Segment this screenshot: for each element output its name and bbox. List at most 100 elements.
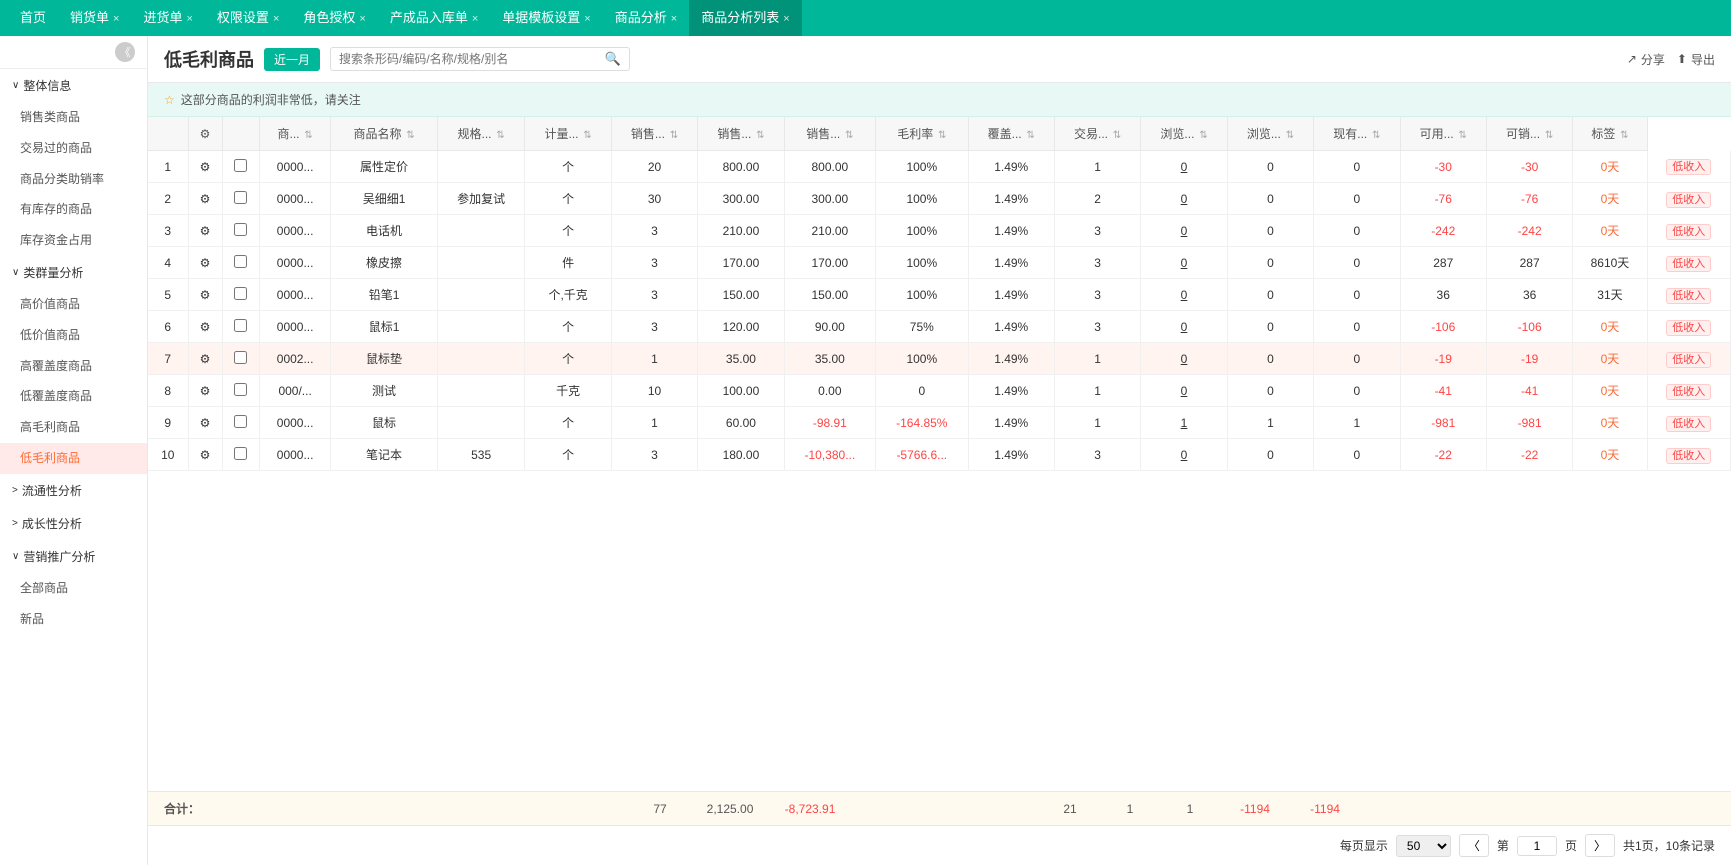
close-tab-icon[interactable]: × [273,13,279,25]
nav-item-进货单[interactable]: 进货单× [131,0,204,36]
product-name[interactable]: 吴细细1 [331,183,438,215]
close-tab-icon[interactable]: × [186,13,192,25]
sidebar-item-全部商品[interactable]: 全部商品 [0,573,147,604]
sidebar-item-库存资金占用[interactable]: 库存资金占用 [0,225,147,256]
sidebar-item-低毛利商品[interactable]: 低毛利商品 [0,443,147,474]
col-header-15[interactable]: 可用... ⇅ [1400,117,1486,151]
col-header-11[interactable]: 交易... ⇅ [1054,117,1140,151]
col-header-17[interactable]: 标签 ⇅ [1573,117,1647,151]
row-checkbox[interactable] [222,151,259,183]
trade-count[interactable]: 0 [1141,343,1227,375]
trade-count-link[interactable]: 0 [1181,320,1188,334]
trade-count[interactable]: 0 [1141,215,1227,247]
col-header-8[interactable]: 销售... ⇅ [784,117,875,151]
sidebar-group-类群量分析[interactable]: ∨类群量分析 [0,256,147,289]
close-tab-icon[interactable]: × [783,13,789,25]
trade-count-link[interactable]: 0 [1181,384,1188,398]
sidebar-item-新品[interactable]: 新品 [0,604,147,635]
sidebar-item-低价值商品[interactable]: 低价值商品 [0,320,147,351]
product-name[interactable]: 橡皮擦 [331,247,438,279]
row-checkbox-input[interactable] [234,383,247,396]
col-header-4[interactable]: 规格... ⇅ [437,117,525,151]
prev-page-button[interactable]: 〈 [1459,834,1489,857]
trade-count[interactable]: 0 [1141,279,1227,311]
nav-item-产成品入库单[interactable]: 产成品入库单× [378,0,490,36]
row-checkbox[interactable] [222,311,259,343]
col-header-3[interactable]: 商品名称 ⇅ [331,117,438,151]
sidebar-item-高毛利商品[interactable]: 高毛利商品 [0,412,147,443]
row-checkbox-input[interactable] [234,287,247,300]
trade-count[interactable]: 0 [1141,375,1227,407]
trade-count[interactable]: 0 [1141,439,1227,471]
row-checkbox-input[interactable] [234,447,247,460]
trade-count-link[interactable]: 1 [1181,416,1188,430]
trade-count-link[interactable]: 0 [1181,160,1188,174]
row-checkbox[interactable] [222,247,259,279]
collapse-sidebar-button[interactable]: 《 [115,42,135,62]
row-settings-icon[interactable]: ⚙ [188,247,222,279]
sidebar-item-商品分类助销率[interactable]: 商品分类助销率 [0,164,147,195]
product-name[interactable]: 笔记本 [331,439,438,471]
product-name[interactable]: 鼠标 [331,407,438,439]
row-checkbox-input[interactable] [234,159,247,172]
export-button[interactable]: ⬆ 导出 [1677,51,1715,68]
product-name[interactable]: 鼠标垫 [331,343,438,375]
col-header-12[interactable]: 浏览... ⇅ [1141,117,1227,151]
trade-count-link[interactable]: 0 [1181,224,1188,238]
nav-item-角色授权[interactable]: 角色授权× [291,0,377,36]
row-checkbox[interactable] [222,279,259,311]
sidebar-group-流通性分析[interactable]: >流通性分析 [0,474,147,507]
sidebar-item-高价值商品[interactable]: 高价值商品 [0,289,147,320]
search-input[interactable] [339,52,605,66]
trade-count[interactable]: 0 [1141,151,1227,183]
next-page-button[interactable]: 〉 [1585,834,1615,857]
row-settings-icon[interactable]: ⚙ [188,407,222,439]
row-settings-icon[interactable]: ⚙ [188,151,222,183]
row-checkbox-input[interactable] [234,319,247,332]
product-name[interactable]: 测试 [331,375,438,407]
sidebar-item-高覆盖度商品[interactable]: 高覆盖度商品 [0,351,147,382]
trade-count[interactable]: 1 [1141,407,1227,439]
col-header-7[interactable]: 销售... ⇅ [698,117,784,151]
product-name[interactable]: 鼠标1 [331,311,438,343]
row-settings-icon[interactable]: ⚙ [188,439,222,471]
trade-count-link[interactable]: 0 [1181,448,1188,462]
row-settings-icon[interactable]: ⚙ [188,311,222,343]
row-checkbox[interactable] [222,407,259,439]
row-checkbox-input[interactable] [234,415,247,428]
nav-item-商品分析[interactable]: 商品分析× [603,0,689,36]
product-name[interactable]: 铅笔1 [331,279,438,311]
sidebar-group-营销推广分析[interactable]: ∨营销推广分析 [0,540,147,573]
row-checkbox[interactable] [222,375,259,407]
row-checkbox[interactable] [222,183,259,215]
close-tab-icon[interactable]: × [113,13,119,25]
nav-item-销货单[interactable]: 销货单× [58,0,131,36]
nav-item-单据模板设置[interactable]: 单据模板设置× [490,0,602,36]
close-tab-icon[interactable]: × [472,13,478,25]
page-input[interactable] [1517,836,1557,856]
product-name[interactable]: 电话机 [331,215,438,247]
trade-count-link[interactable]: 0 [1181,256,1188,270]
sidebar-item-有库存的商品[interactable]: 有库存的商品 [0,194,147,225]
nav-item-首页[interactable]: 首页 [8,0,58,36]
share-button[interactable]: ↗ 分享 [1627,51,1665,68]
trade-count[interactable]: 0 [1141,311,1227,343]
col-header-14[interactable]: 现有... ⇅ [1314,117,1400,151]
col-header-6[interactable]: 销售... ⇅ [611,117,697,151]
col-header-10[interactable]: 覆盖... ⇅ [968,117,1054,151]
close-tab-icon[interactable]: × [359,13,365,25]
page-size-select[interactable]: 50 100 200 [1396,835,1451,857]
row-checkbox-input[interactable] [234,191,247,204]
sidebar-item-低覆盖度商品[interactable]: 低覆盖度商品 [0,381,147,412]
row-settings-icon[interactable]: ⚙ [188,279,222,311]
sidebar-group-整体信息[interactable]: ∨整体信息 [0,69,147,102]
close-tab-icon[interactable]: × [584,13,590,25]
sidebar-group-成长性分析[interactable]: >成长性分析 [0,507,147,540]
row-settings-icon[interactable]: ⚙ [188,375,222,407]
nav-item-商品分析列表[interactable]: 商品分析列表× [689,0,801,36]
trade-count[interactable]: 0 [1141,183,1227,215]
filter-period-button[interactable]: 近一月 [264,48,320,71]
trade-count-link[interactable]: 0 [1181,288,1188,302]
product-name[interactable]: 属性定价 [331,151,438,183]
row-settings-icon[interactable]: ⚙ [188,183,222,215]
